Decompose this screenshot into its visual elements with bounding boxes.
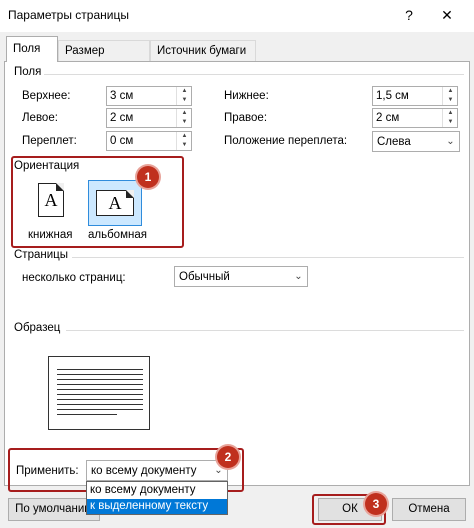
spin-up-icon[interactable]: ▲ <box>177 132 192 141</box>
top-margin-label: Верхнее: <box>22 90 71 102</box>
tab-margins[interactable]: Поля <box>6 36 58 62</box>
gutter-position-select[interactable]: Слева ⌄ <box>372 131 460 152</box>
annotation-badge-1: 1 <box>137 166 159 188</box>
preview-text-line <box>57 394 143 395</box>
margins-group-label: Поля <box>14 66 42 78</box>
spin-up-icon[interactable]: ▲ <box>177 109 192 118</box>
page-preview <box>48 356 150 430</box>
spin-up-icon[interactable]: ▲ <box>177 87 192 96</box>
bottom-margin-label: Нижнее: <box>224 90 269 102</box>
right-margin-value: 2 см <box>376 112 400 124</box>
spin-down-icon[interactable]: ▼ <box>177 118 192 127</box>
cancel-button[interactable]: Отмена <box>392 498 466 521</box>
spin-up-icon[interactable]: ▲ <box>443 87 458 96</box>
divider <box>72 257 464 258</box>
annotation-badge-3: 3 <box>365 493 387 515</box>
top-margin-spinner[interactable]: 3 см ▲ ▼ <box>106 86 192 106</box>
preview-text-line <box>57 409 143 410</box>
gutter-position-value: Слева <box>377 136 411 148</box>
preview-text-line <box>57 379 143 380</box>
bottom-margin-value: 1,5 см <box>376 90 409 102</box>
preview-text-line <box>57 399 143 400</box>
left-margin-value: 2 см <box>110 112 134 124</box>
gutter-position-label: Положение переплета: <box>224 135 348 147</box>
spin-down-icon[interactable]: ▼ <box>443 118 458 127</box>
help-button[interactable]: ? <box>394 4 424 26</box>
divider <box>44 74 464 75</box>
preview-text-line <box>57 389 143 390</box>
preview-text-line <box>57 374 143 375</box>
pages-group-label: Страницы <box>14 249 68 261</box>
right-margin-spinner[interactable]: 2 см ▲ ▼ <box>372 108 458 128</box>
divider <box>66 330 464 331</box>
preview-text-line <box>57 404 143 405</box>
spin-up-icon[interactable]: ▲ <box>443 109 458 118</box>
tab-paper-size[interactable]: Размер бумаги <box>58 40 150 77</box>
multiple-pages-value: Обычный <box>179 271 230 283</box>
spin-down-icon[interactable]: ▼ <box>177 141 192 150</box>
left-margin-spinner[interactable]: 2 см ▲ ▼ <box>106 108 192 128</box>
orientation-highlight-box <box>11 156 184 248</box>
close-button[interactable]: ✕ <box>432 4 462 26</box>
tab-paper-source[interactable]: Источник бумаги <box>150 40 256 61</box>
apply-to-dropdown-list: ко всему документу к выделенному тексту <box>86 481 228 515</box>
right-margin-label: Правое: <box>224 112 268 124</box>
window-title: Параметры страницы <box>8 8 129 22</box>
left-margin-label: Левое: <box>22 112 58 124</box>
bottom-margin-spinner[interactable]: 1,5 см ▲ ▼ <box>372 86 458 106</box>
preview-text-line <box>57 414 117 415</box>
preview-text-line <box>57 384 143 385</box>
preview-text-line <box>57 369 143 370</box>
chevron-down-icon: ⌄ <box>446 136 455 147</box>
apply-option-whole-document[interactable]: ко всему документу <box>87 483 227 498</box>
spin-down-icon[interactable]: ▼ <box>177 96 192 105</box>
top-margin-value: 3 см <box>110 90 134 102</box>
annotation-badge-2: 2 <box>217 446 239 468</box>
multiple-pages-select[interactable]: Обычный ⌄ <box>174 266 308 287</box>
spin-down-icon[interactable]: ▼ <box>443 96 458 105</box>
multiple-pages-label: несколько страниц: <box>22 272 126 284</box>
gutter-spinner[interactable]: 0 см ▲ ▼ <box>106 131 192 151</box>
gutter-value: 0 см <box>110 135 134 147</box>
chevron-down-icon: ⌄ <box>294 271 303 282</box>
preview-group-label: Образец <box>14 322 61 334</box>
apply-option-selected-text[interactable]: к выделенному тексту <box>87 499 227 514</box>
gutter-label: Переплет: <box>22 135 77 147</box>
